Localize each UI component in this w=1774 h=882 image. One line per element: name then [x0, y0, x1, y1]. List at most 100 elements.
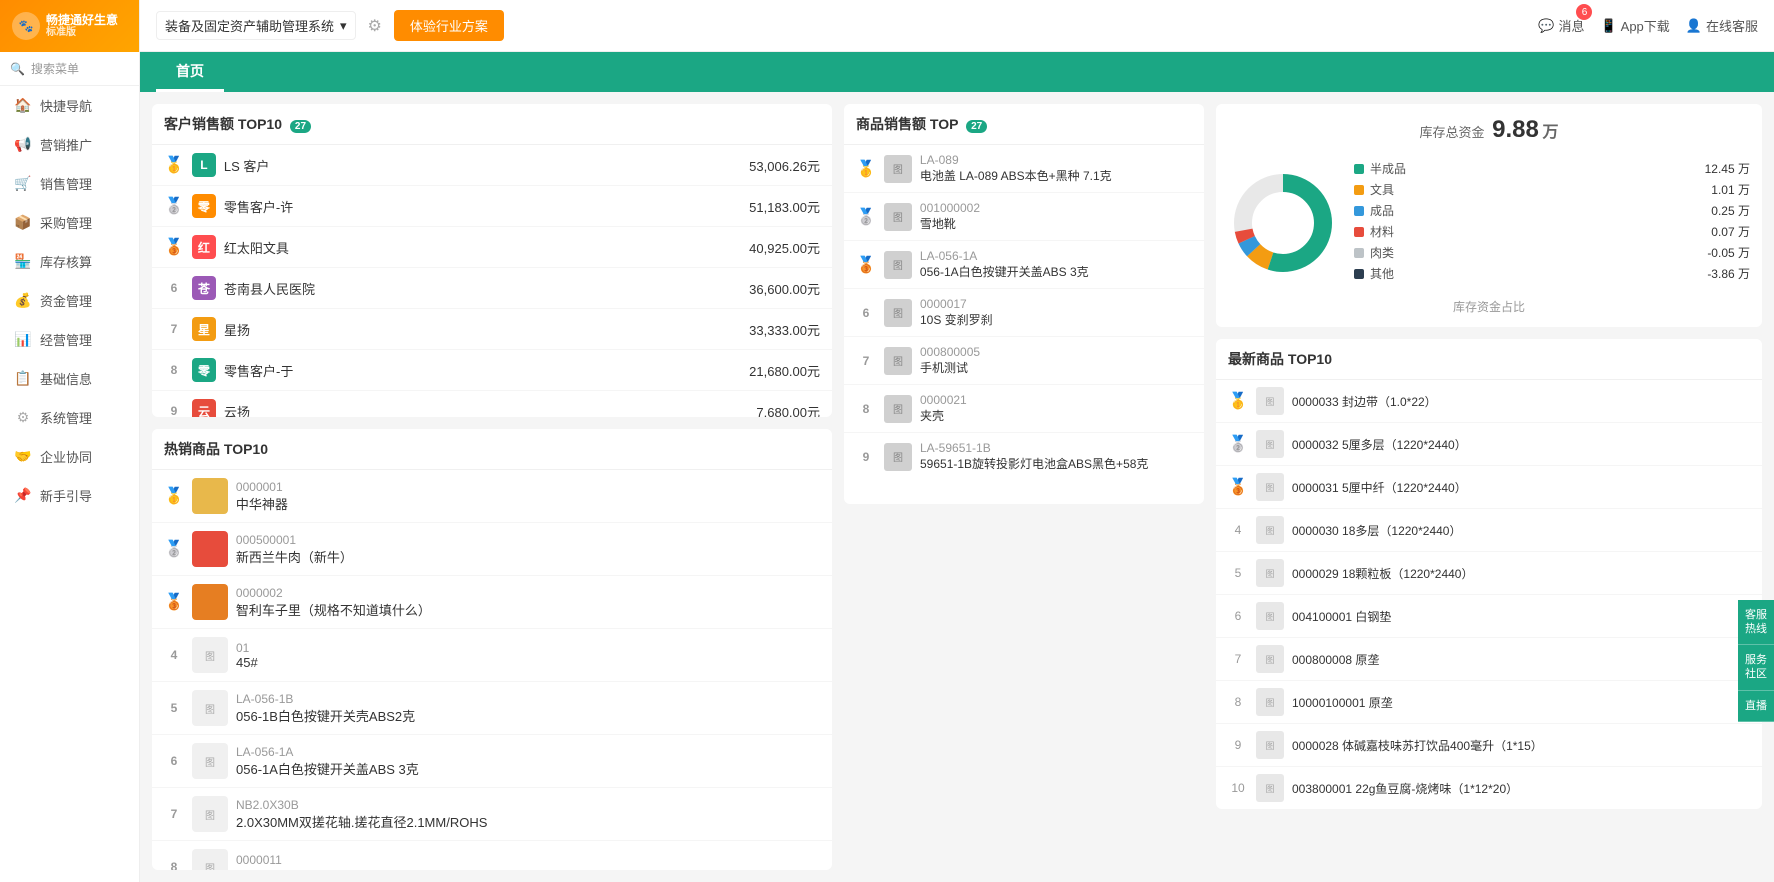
online-service-item[interactable]: 👤 在线客服	[1686, 16, 1758, 35]
medal-silver-icon: 🥈	[856, 207, 876, 227]
medal-gold-icon: 🥇	[1228, 391, 1248, 411]
customer-amount: 21,680.00元	[749, 361, 820, 380]
sidebar-item-operations[interactable]: 📊 经营管理	[0, 320, 139, 359]
float-buttons: 客服热线 服务社区 直播	[1738, 600, 1774, 722]
product-name: 智利车子里（规格不知道填什么）	[236, 600, 820, 619]
product-code: LA-056-1A	[920, 249, 1192, 263]
float-btn-community[interactable]: 服务社区	[1738, 645, 1774, 691]
legend-label: 其他	[1370, 265, 1701, 282]
sidebar-item-inventory[interactable]: 🏪 库存核算	[0, 242, 139, 281]
float-btn-service[interactable]: 客服热线	[1738, 600, 1774, 646]
basics-icon: 📋	[14, 370, 32, 388]
middle-column: 商品销售额 TOP 27 🥇 图 LA-089 电池盖 LA-089 ABS本色…	[844, 104, 1204, 870]
product-sales-row: 🥇 图 LA-089 电池盖 LA-089 ABS本色+黑种 7.1克	[844, 145, 1204, 193]
customer-amount: 53,006.26元	[749, 156, 820, 175]
sidebar-search[interactable]: 🔍 搜索菜单	[0, 52, 139, 86]
newest-product-row: 🥇 图 0000033 封边带（1.0*22）	[1216, 380, 1762, 423]
sidebar-item-guide[interactable]: 📌 新手引导	[0, 476, 139, 515]
product-img-sm: 图	[1256, 645, 1284, 673]
new-product-name: 0000031 5厘中纤（1220*2440）	[1292, 479, 1750, 496]
right-column: 库存总资金 9.88 万	[1216, 104, 1762, 870]
tab-home[interactable]: 首页	[156, 52, 224, 92]
topbar-right: 💬 消息 6 📱 App下载 👤 在线客服	[1538, 16, 1758, 35]
product-name: 雪地靴	[920, 215, 1192, 232]
rank-number: 6	[1228, 609, 1248, 623]
rank-number: 6	[164, 754, 184, 768]
rank-number: 5	[164, 701, 184, 715]
new-product-name: 0000030 18多层（1220*2440）	[1292, 522, 1750, 539]
product-img-sm: 图	[1256, 516, 1284, 544]
newest-product-row: 🥈 图 0000032 5厘多层（1220*2440）	[1216, 423, 1762, 466]
legend-item: 半成品 12.45 万	[1354, 160, 1750, 177]
sidebar-item-purchase[interactable]: 📦 采购管理	[0, 203, 139, 242]
product-sales-title: 商品销售额 TOP 27	[856, 114, 987, 134]
sidebar-item-system[interactable]: ⚙ 系统管理	[0, 398, 139, 437]
product-name: 电池盖 LA-089 ABS本色+黑种 7.1克	[920, 167, 1192, 184]
rank-number: 7	[1228, 652, 1248, 666]
hot-product-row: 🥈 000500001 新西兰牛肉（新牛）	[152, 523, 832, 576]
settings-icon[interactable]: ⚙	[368, 16, 382, 36]
messages-item[interactable]: 💬 消息 6	[1538, 16, 1584, 35]
product-sales-list: 🥇 图 LA-089 电池盖 LA-089 ABS本色+黑种 7.1克 🥈 图 …	[844, 145, 1204, 480]
sidebar-item-marketing[interactable]: 📢 营销推广	[0, 125, 139, 164]
medal-bronze-icon: 🥉	[856, 255, 876, 275]
product-info: 0000002 智利车子里（规格不知道填什么）	[236, 586, 820, 619]
customer-ranking-row: 🥇 L LS 客户 53,006.26元	[152, 145, 832, 186]
product-code: LA-056-1A	[236, 745, 820, 759]
sidebar-item-label: 快捷导航	[40, 96, 92, 115]
app-download-item[interactable]: 📱 App下载	[1600, 16, 1669, 35]
product-code: 0000017	[920, 297, 1192, 311]
sidebar-item-label: 新手引导	[40, 486, 92, 505]
sidebar-item-label: 销售管理	[40, 174, 92, 193]
product-thumb-gray: 图	[884, 347, 912, 375]
product-info: LA-089 电池盖 LA-089 ABS本色+黑种 7.1克	[920, 153, 1192, 184]
customer-ranking-row: 🥉 红 红太阳文具 40,925.00元	[152, 227, 832, 268]
main-area: 装备及固定资产辅助管理系统 ▾ ⚙ 体验行业方案 💬 消息 6 📱 App下载 …	[140, 0, 1774, 882]
product-img-sm: 图	[1256, 731, 1284, 759]
rank-number: 4	[164, 648, 184, 662]
newest-products-card: 最新商品 TOP10 🥇 图 0000033 封边带（1.0*22） 🥈 图 0…	[1216, 339, 1762, 809]
logo-icon: 🐾	[12, 12, 40, 40]
product-code: 0000011	[236, 853, 820, 867]
rank-number: 7	[164, 807, 184, 821]
newest-product-row: 10 图 003800001 22g鱼豆腐-烧烤味（1*12*20）	[1216, 767, 1762, 809]
product-sales-row: 7 图 000800005 手机测试	[844, 337, 1204, 385]
sidebar-item-basics[interactable]: 📋 基础信息	[0, 359, 139, 398]
product-thumbnail: 图	[192, 637, 228, 673]
medal-bronze-icon: 🥉	[1228, 477, 1248, 497]
legend-value: 1.01 万	[1711, 181, 1750, 198]
hot-products-title: 热销商品 TOP10	[152, 429, 832, 470]
sidebar-item-sales[interactable]: 🛒 销售管理	[0, 164, 139, 203]
newest-product-row: 9 图 0000028 体碱嘉枝味苏打饮品400毫升（1*15）	[1216, 724, 1762, 767]
sidebar-item-quicknav[interactable]: 🏠 快捷导航	[0, 86, 139, 125]
rank-number: 4	[1228, 523, 1248, 537]
inventory-label: 库存资金占比	[1228, 298, 1750, 315]
sidebar-item-collab[interactable]: 🤝 企业协同	[0, 437, 139, 476]
customer-ranking-row: 9 云 云扬 7,680.00元	[152, 391, 832, 417]
product-code: 0000001	[236, 480, 820, 494]
product-thumbnail: 图	[192, 796, 228, 832]
customer-amount: 7,680.00元	[756, 402, 820, 418]
legend-dot	[1354, 227, 1364, 237]
new-product-name: 003800001 22g鱼豆腐-烧烤味（1*12*20）	[1292, 780, 1750, 797]
product-info: LA-056-1A 056-1A白色按键开关盖ABS 3克	[236, 745, 820, 778]
product-name: 10S 变刹罗刹	[920, 311, 1192, 328]
rank-number: 8	[164, 363, 184, 377]
system-selector[interactable]: 装备及固定资产辅助管理系统 ▾	[156, 11, 356, 40]
customer-badge: 云	[192, 399, 216, 417]
legend-value: 0.25 万	[1711, 202, 1750, 219]
product-thumbnail: 图	[192, 690, 228, 726]
product-thumbnail: 图	[192, 743, 228, 779]
trial-button[interactable]: 体验行业方案	[394, 10, 504, 41]
sidebar-item-finance[interactable]: 💰 资金管理	[0, 281, 139, 320]
medal-silver-icon: 🥈	[1228, 434, 1248, 454]
customer-ranking-row: 8 零 零售客户-于 21,680.00元	[152, 350, 832, 391]
chevron-down-icon: ▾	[340, 18, 347, 34]
marketing-icon: 📢	[14, 136, 32, 154]
legend-dot	[1354, 185, 1364, 195]
float-btn-live[interactable]: 直播	[1738, 691, 1774, 722]
customer-badge: 苍	[192, 276, 216, 300]
operations-icon: 📊	[14, 331, 32, 349]
customer-badge: L	[192, 153, 216, 177]
legend-dot	[1354, 164, 1364, 174]
